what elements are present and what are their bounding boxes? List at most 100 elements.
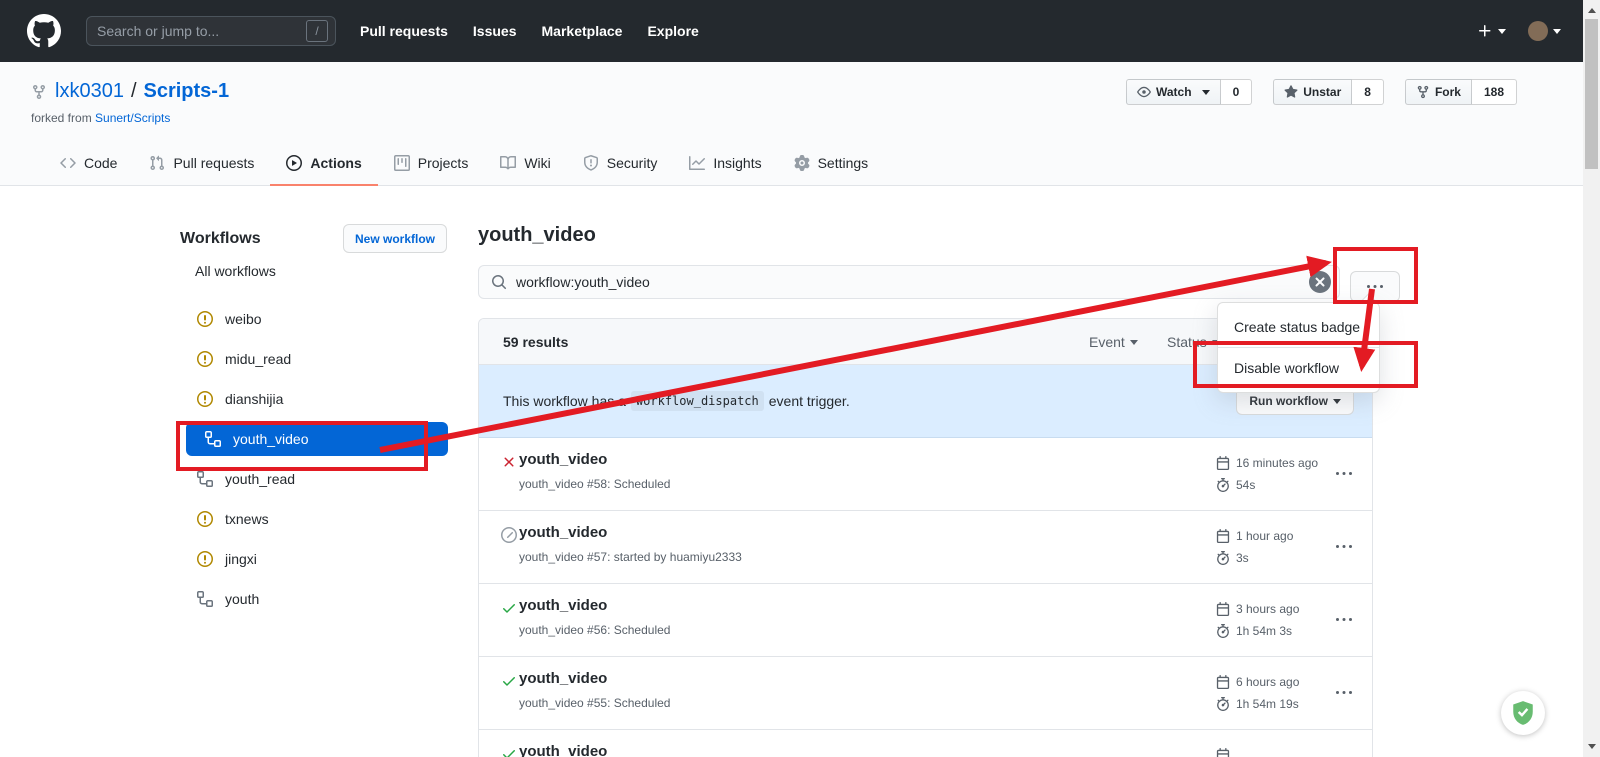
tab-insights[interactable]: Insights — [673, 142, 777, 186]
run-options-kebab-icon[interactable] — [1336, 466, 1352, 482]
fork-button-group: Fork 188 — [1405, 79, 1517, 105]
scrollbar-up-arrow[interactable] — [1583, 0, 1600, 17]
tab-label: Security — [607, 155, 658, 171]
tab-label: Pull requests — [173, 155, 254, 171]
run-meta: 3 hours ago 1h 54m 3s — [1216, 598, 1299, 642]
global-search-input[interactable]: Search or jump to... / — [86, 16, 336, 46]
menu-item-disable-workflow[interactable]: Disable workflow — [1218, 348, 1379, 388]
menu-item-create-status-badge[interactable]: Create status badge — [1218, 307, 1379, 347]
watch-count[interactable]: 0 — [1221, 79, 1253, 105]
repo-name-link[interactable]: Scripts-1 — [144, 80, 230, 103]
repo-tab-bar: Code Pull requests Actions Projects Wiki… — [44, 142, 884, 186]
notice-text-prefix: This workflow has a — [503, 393, 626, 409]
tab-label: Settings — [818, 155, 869, 171]
scrollbar-thumb[interactable] — [1585, 19, 1598, 169]
caret-down-icon — [1333, 399, 1341, 408]
fork-source-link[interactable]: Sunert/Scripts — [95, 111, 170, 125]
run-time-ago: 6 hours ago — [1236, 675, 1299, 689]
star-count[interactable]: 8 — [1352, 79, 1384, 105]
new-workflow-button[interactable]: New workflow — [343, 224, 447, 253]
watch-button-group: Watch 0 — [1126, 79, 1252, 105]
sidebar-item-dianshijia[interactable]: dianshijia — [186, 379, 448, 419]
sidebar-item-midu-read[interactable]: midu_read — [186, 339, 448, 379]
run-title-link[interactable]: youth_video — [519, 670, 607, 687]
run-row-56: youth_video youth_video #56: Scheduled 3… — [479, 584, 1372, 657]
tab-settings[interactable]: Settings — [778, 142, 885, 186]
stopwatch-icon — [1216, 478, 1230, 492]
shield-check-icon — [1510, 700, 1536, 726]
tab-projects[interactable]: Projects — [378, 142, 485, 186]
warning-icon — [197, 391, 213, 407]
breadcrumb-separator: / — [131, 80, 137, 103]
forked-from-label: forked from — [31, 111, 92, 125]
eye-icon — [1137, 85, 1151, 99]
tab-pull-requests[interactable]: Pull requests — [133, 142, 270, 186]
tab-security[interactable]: Security — [567, 142, 674, 186]
caret-down-icon — [1130, 340, 1138, 349]
stopwatch-icon — [1216, 551, 1230, 565]
tab-code[interactable]: Code — [44, 142, 133, 186]
sidebar-item-youth[interactable]: youth — [186, 579, 448, 619]
sidebar-item-weibo[interactable]: weibo — [186, 299, 448, 339]
watch-button[interactable]: Watch — [1126, 79, 1221, 105]
avatar — [1528, 21, 1548, 41]
repo-breadcrumb: lxk0301 / Scripts-1 — [31, 80, 229, 103]
sidebar-item-all-workflows[interactable]: All workflows — [195, 263, 276, 279]
clear-search-icon[interactable] — [1309, 271, 1331, 293]
run-title-link[interactable]: youth_video — [519, 451, 607, 468]
book-icon — [500, 155, 516, 171]
nav-pull-requests[interactable]: Pull requests — [360, 23, 448, 39]
success-status-icon — [501, 746, 517, 757]
create-new-dropdown[interactable] — [1477, 23, 1506, 39]
adguard-badge[interactable] — [1501, 691, 1545, 735]
tab-label: Wiki — [524, 155, 550, 171]
stopwatch-icon — [1216, 624, 1230, 638]
run-options-kebab-icon[interactable] — [1336, 685, 1352, 701]
repo-owner-link[interactable]: lxk0301 — [55, 80, 124, 103]
tab-wiki[interactable]: Wiki — [484, 142, 566, 186]
run-row-partial: youth_video — [479, 730, 1372, 757]
nav-marketplace[interactable]: Marketplace — [542, 23, 623, 39]
run-title-link[interactable]: youth_video — [519, 597, 607, 614]
run-title-link[interactable]: youth_video — [519, 743, 607, 757]
profile-dropdown[interactable] — [1528, 21, 1561, 41]
header-right-controls — [1477, 21, 1561, 41]
search-query-value: workflow:youth_video — [516, 274, 1309, 290]
tab-actions[interactable]: Actions — [270, 142, 377, 186]
nav-explore[interactable]: Explore — [647, 23, 698, 39]
workflows-heading: Workflows — [180, 230, 261, 248]
run-workflow-label: Run workflow — [1249, 394, 1328, 408]
sidebar-item-jingxi[interactable]: jingxi — [186, 539, 448, 579]
graph-icon — [689, 155, 705, 171]
shield-icon — [583, 155, 599, 171]
workflow-options-kebab-button[interactable] — [1350, 271, 1400, 302]
fork-label: Fork — [1435, 85, 1461, 99]
scrollbar-down-arrow[interactable] — [1583, 740, 1600, 757]
run-options-kebab-icon[interactable] — [1336, 539, 1352, 555]
calendar-icon — [1216, 602, 1230, 616]
run-options-kebab-icon[interactable] — [1336, 612, 1352, 628]
unstar-label: Unstar — [1303, 85, 1341, 99]
run-meta: 16 minutes ago 54s — [1216, 452, 1318, 496]
runs-search-input[interactable]: workflow:youth_video — [478, 265, 1340, 299]
run-time-ago: 1 hour ago — [1236, 529, 1293, 543]
nav-issues[interactable]: Issues — [473, 23, 517, 39]
gear-icon — [794, 155, 810, 171]
workflow-name: weibo — [225, 311, 262, 327]
sidebar-item-youth-read[interactable]: youth_read — [186, 459, 448, 499]
run-subtitle: youth_video #57: started by huamiyu2333 — [519, 550, 742, 564]
sidebar-item-youth-video[interactable]: youth_video — [186, 422, 448, 456]
notice-code-token: workflow_dispatch — [631, 391, 764, 411]
status-filter-dropdown[interactable]: Status — [1167, 334, 1220, 350]
warning-icon — [197, 511, 213, 527]
page-scrollbar[interactable] — [1583, 0, 1600, 757]
fork-button[interactable]: Fork — [1405, 79, 1472, 105]
github-logo-icon[interactable] — [27, 14, 61, 48]
workflow-name: youth_video — [233, 431, 309, 447]
fork-count[interactable]: 188 — [1472, 79, 1517, 105]
event-filter-dropdown[interactable]: Event — [1089, 334, 1138, 350]
run-duration: 3s — [1236, 551, 1249, 565]
sidebar-item-txnews[interactable]: txnews — [186, 499, 448, 539]
run-title-link[interactable]: youth_video — [519, 524, 607, 541]
unstar-button[interactable]: Unstar — [1273, 79, 1352, 105]
